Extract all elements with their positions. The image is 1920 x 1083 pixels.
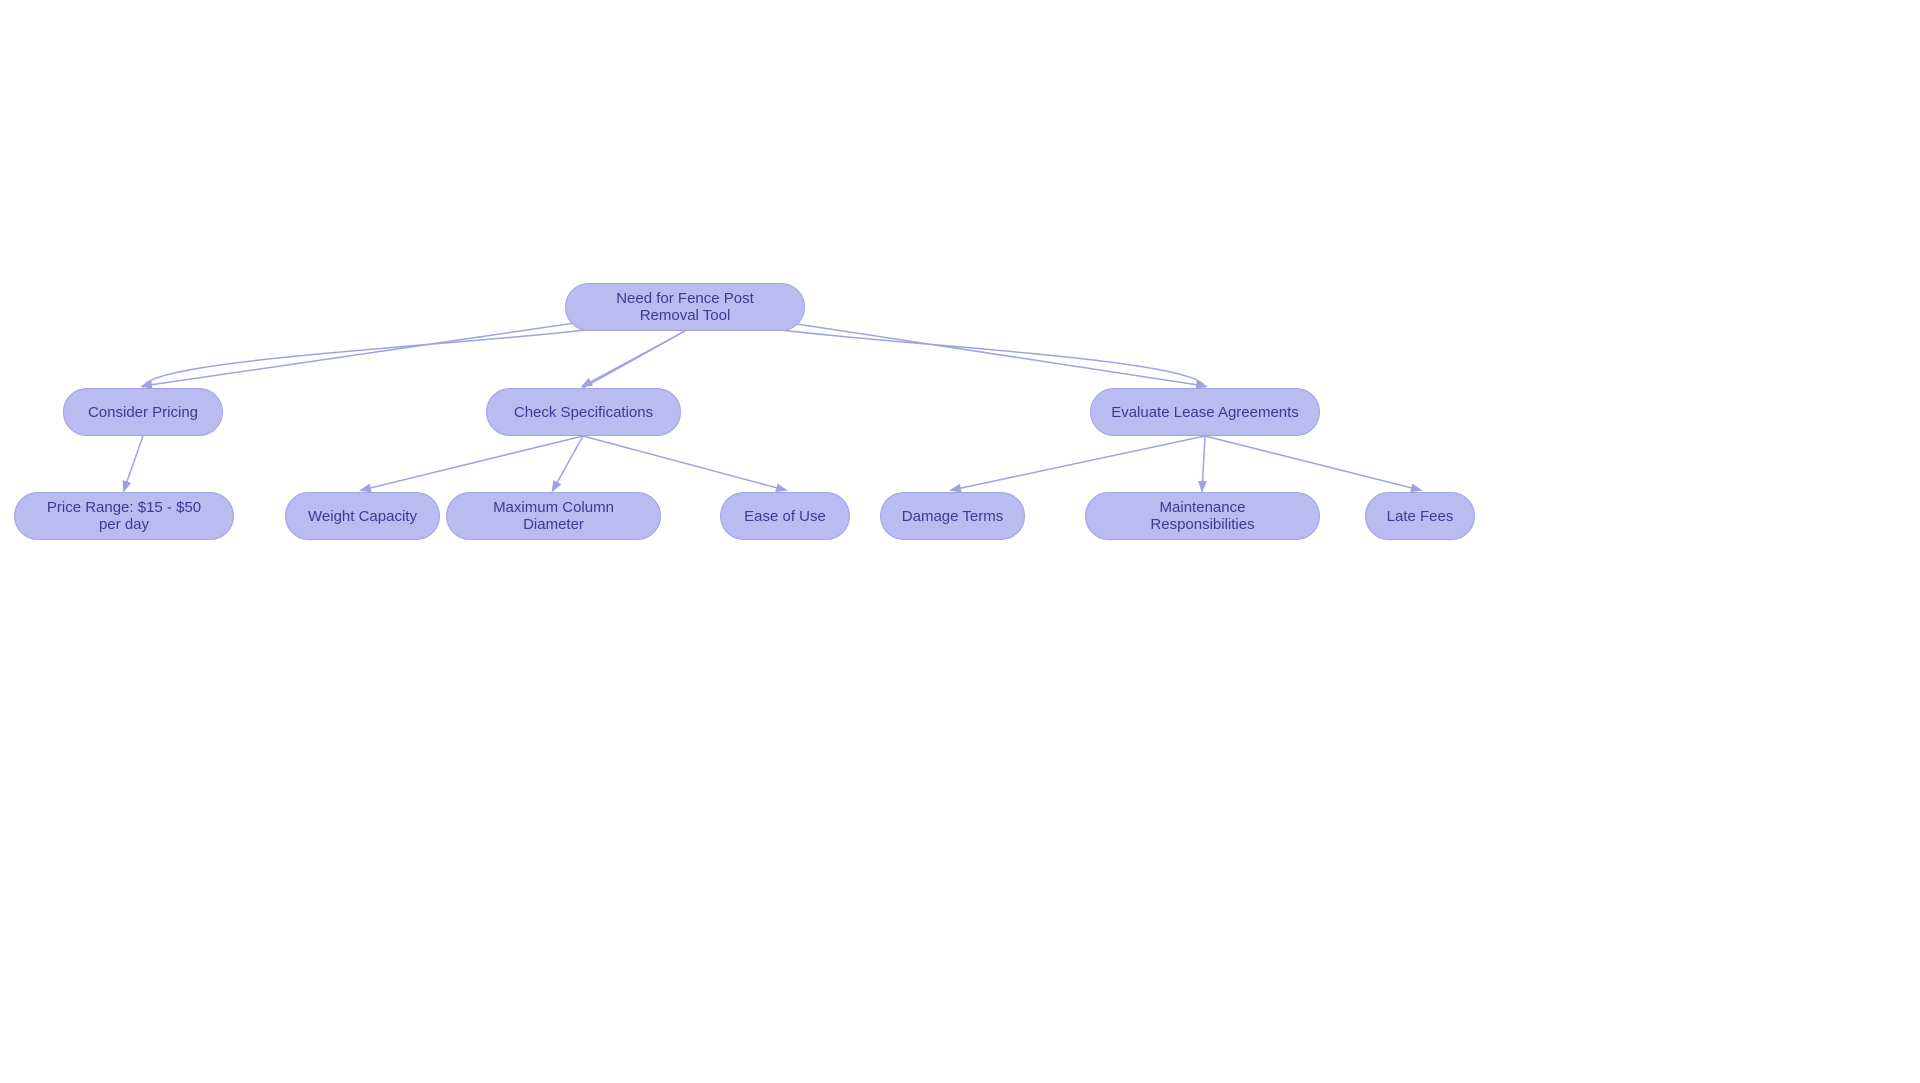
maintenance-responsibilities-label: Maintenance Responsibilities (1106, 499, 1299, 533)
damage-terms-label: Damage Terms (902, 508, 1003, 525)
ease-of-use-label: Ease of Use (744, 508, 826, 525)
max-column-diameter-label: Maximum Column Diameter (467, 499, 640, 533)
diagram-container: Need for Fence Post Removal Tool Conside… (0, 0, 1920, 1083)
max-column-diameter-node: Maximum Column Diameter (446, 492, 661, 540)
consider-pricing-node: Consider Pricing (63, 388, 223, 436)
weight-capacity-node: Weight Capacity (285, 492, 440, 540)
damage-terms-node: Damage Terms (880, 492, 1025, 540)
root-node: Need for Fence Post Removal Tool (565, 283, 805, 331)
ease-of-use-node: Ease of Use (720, 492, 850, 540)
price-range-label: Price Range: $15 - $50 per day (35, 499, 213, 533)
weight-capacity-label: Weight Capacity (308, 508, 417, 525)
evaluate-lease-label: Evaluate Lease Agreements (1111, 404, 1299, 421)
maintenance-responsibilities-node: Maintenance Responsibilities (1085, 492, 1320, 540)
late-fees-node: Late Fees (1365, 492, 1475, 540)
evaluate-lease-node: Evaluate Lease Agreements (1090, 388, 1320, 436)
root-label: Need for Fence Post Removal Tool (586, 290, 784, 324)
check-specifications-label: Check Specifications (514, 404, 653, 421)
connections-svg (0, 0, 1920, 1083)
consider-pricing-label: Consider Pricing (88, 404, 198, 421)
check-specifications-node: Check Specifications (486, 388, 681, 436)
price-range-node: Price Range: $15 - $50 per day (14, 492, 234, 540)
late-fees-label: Late Fees (1387, 508, 1454, 525)
